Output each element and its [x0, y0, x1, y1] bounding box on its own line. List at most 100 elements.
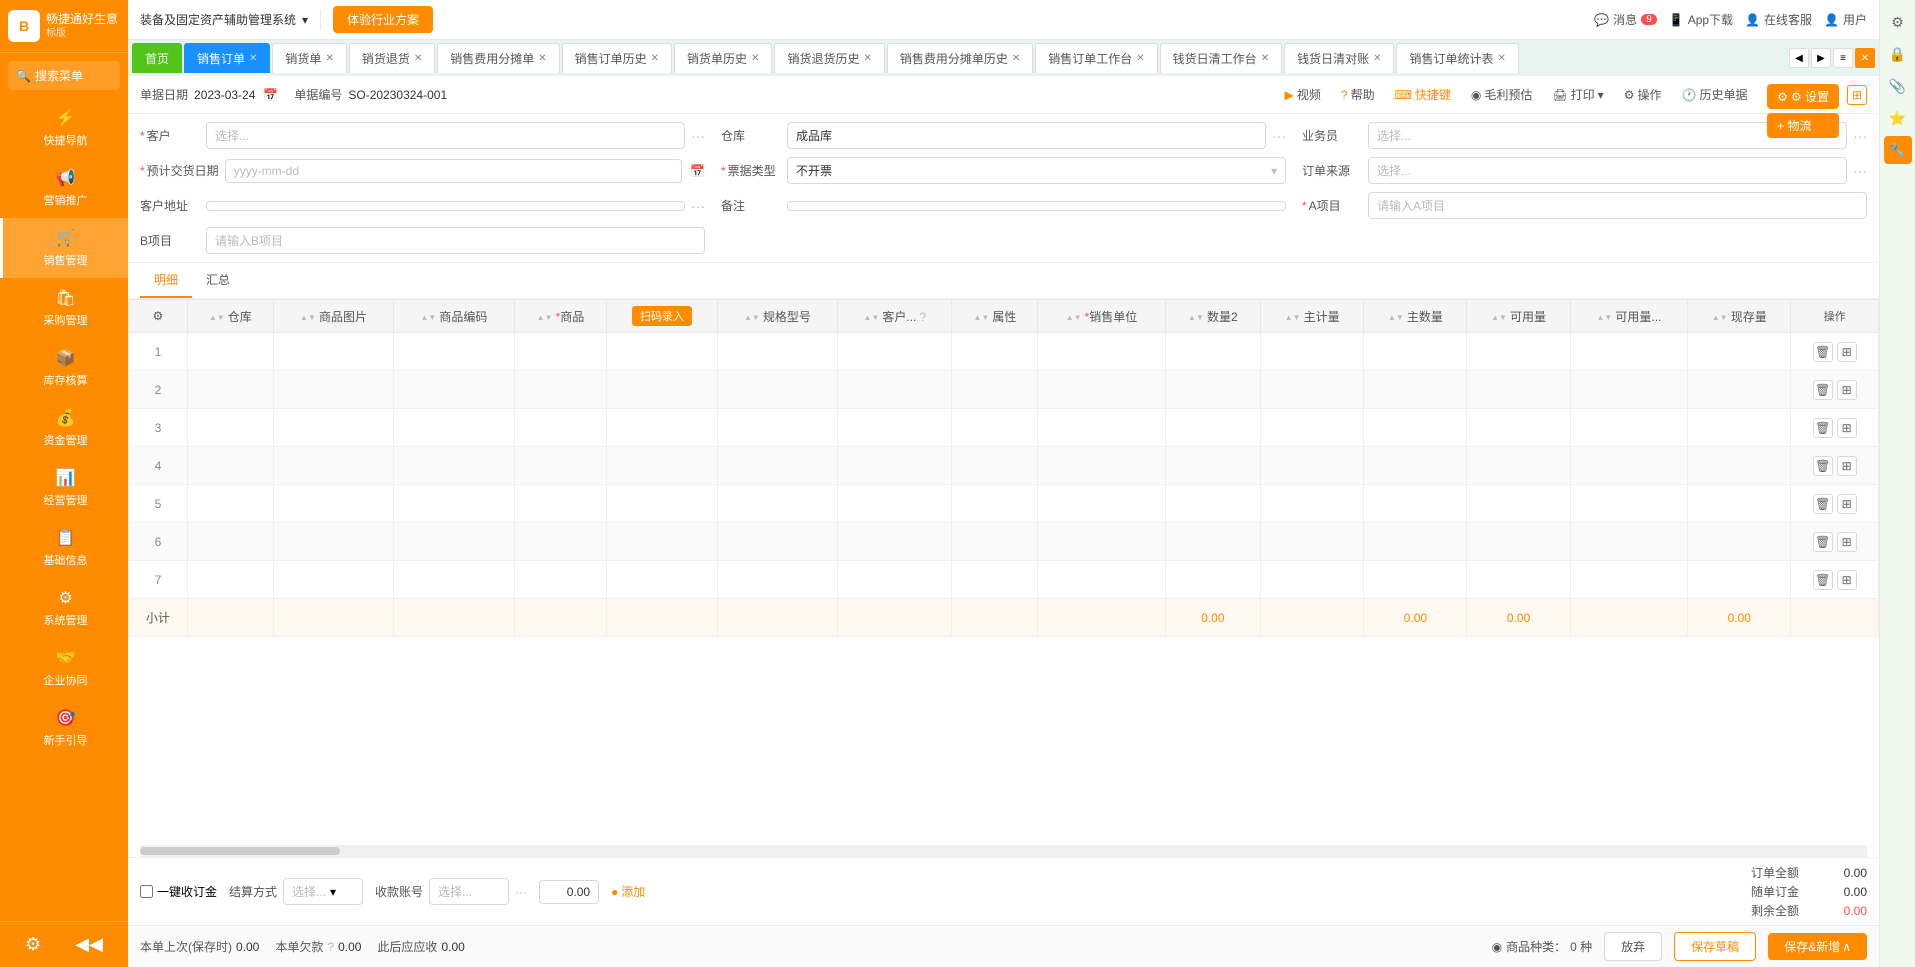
row-3-unit[interactable] [1038, 409, 1165, 447]
scan-input-button[interactable]: 扫码录入 [632, 306, 692, 326]
row-3-customer-code[interactable] [838, 409, 952, 447]
row-1-main-qty[interactable] [1364, 333, 1467, 371]
row-5-unit[interactable] [1038, 485, 1165, 523]
row-1-delete-button[interactable]: 🗑 [1813, 342, 1833, 362]
row-2-main-qty[interactable] [1364, 371, 1467, 409]
tab-return-history[interactable]: 销货退货历史 ✕ [774, 43, 884, 73]
row-7-warehouse[interactable] [187, 561, 273, 599]
row-7-main-unit[interactable] [1261, 561, 1364, 599]
spec-sort-icon[interactable]: ▲▼ [744, 314, 760, 322]
row-4-unit[interactable] [1038, 447, 1165, 485]
row-2-unit[interactable] [1038, 371, 1165, 409]
row-2-copy-button[interactable]: ⊞ [1837, 380, 1857, 400]
row-5-goods[interactable] [514, 485, 607, 523]
row-2-code[interactable] [394, 371, 514, 409]
help-circle-icon[interactable]: ? [327, 940, 334, 954]
sidebar-item-marketing[interactable]: 📢 营销推广 [0, 158, 128, 218]
deposit-amount-input[interactable]: 0.00 [539, 880, 599, 904]
delivery-date-input[interactable]: yyyy-mm-dd [225, 159, 682, 183]
sidebar-item-system[interactable]: ⚙ 系统管理 [0, 578, 128, 638]
payment-method-select[interactable]: 选择... ▾ [283, 878, 363, 905]
row-2-delete-button[interactable]: 🗑 [1813, 380, 1833, 400]
current-sort-icon[interactable]: ▲▼ [1712, 314, 1728, 322]
tab-sales-order-history[interactable]: 销售订单历史 ✕ [562, 43, 672, 73]
row-2-available[interactable] [1467, 371, 1570, 409]
row-1-customer-code[interactable] [838, 333, 952, 371]
logistics-button[interactable]: + 物流 [1767, 113, 1839, 138]
row-5-main-unit[interactable] [1261, 485, 1364, 523]
tab-close-order-history[interactable]: ✕ [651, 53, 659, 64]
row-3-code[interactable] [394, 409, 514, 447]
right-sidebar-btn-4[interactable]: ⭐ [1884, 104, 1912, 132]
row-1-goods[interactable] [514, 333, 607, 371]
detail-tab-summary[interactable]: 汇总 [192, 263, 244, 298]
row-7-goods[interactable] [514, 561, 607, 599]
tab-sales-order[interactable]: 销售订单 ✕ [184, 43, 270, 73]
row-1-code[interactable] [394, 333, 514, 371]
row-7-main-qty[interactable] [1364, 561, 1467, 599]
row-1-main-unit[interactable] [1261, 333, 1364, 371]
row-7-available2[interactable] [1570, 561, 1688, 599]
row-3-spec[interactable] [717, 409, 837, 447]
sidebar-item-enterprise[interactable]: 🤝 企业协同 [0, 638, 128, 698]
row-5-image[interactable] [273, 485, 393, 523]
row-4-warehouse[interactable] [187, 447, 273, 485]
row-5-current[interactable] [1688, 485, 1791, 523]
row-6-warehouse[interactable] [187, 523, 273, 561]
customer-address-input[interactable] [206, 201, 685, 211]
row-7-image[interactable] [273, 561, 393, 599]
sidebar-item-purchase[interactable]: 🛍 采购管理 [0, 278, 128, 338]
save-draft-button[interactable]: 保存草稿 [1674, 932, 1756, 961]
main-qty-sort-icon[interactable]: ▲▼ [1388, 314, 1404, 322]
row-4-delete-button[interactable]: 🗑 [1813, 456, 1833, 476]
date-value[interactable]: 2023-03-24 [194, 88, 255, 102]
profit-button[interactable]: ◉ 毛利预估 [1465, 84, 1539, 105]
row-5-delete-button[interactable]: 🗑 [1813, 494, 1833, 514]
bank-account-more-button[interactable]: ··· [515, 885, 527, 899]
sidebar-item-finance[interactable]: 💰 资金管理 [0, 398, 128, 458]
address-more-button[interactable]: ··· [691, 198, 705, 214]
row-4-code[interactable] [394, 447, 514, 485]
row-6-unit[interactable] [1038, 523, 1165, 561]
tab-sales-invoice[interactable]: 销货单 ✕ [272, 43, 346, 73]
row-6-attr[interactable] [952, 523, 1038, 561]
expand-button[interactable]: ⊞ [1847, 85, 1867, 105]
available-sort-icon[interactable]: ▲▼ [1491, 314, 1507, 322]
row-4-attr[interactable] [952, 447, 1038, 485]
a-project-input[interactable]: 请输入A项目 [1368, 192, 1867, 219]
discard-button[interactable]: 放弃 [1604, 932, 1662, 961]
row-4-qty2[interactable] [1165, 447, 1261, 485]
one-click-deposit-input[interactable] [140, 885, 153, 898]
row-1-spec[interactable] [717, 333, 837, 371]
row-3-available[interactable] [1467, 409, 1570, 447]
col-settings[interactable]: ⚙ [129, 300, 188, 333]
row-2-main-unit[interactable] [1261, 371, 1364, 409]
tab-close-invoice-history[interactable]: ✕ [751, 53, 759, 64]
code-sort-icon[interactable]: ▲▼ [420, 314, 436, 322]
help-button[interactable]: ? 帮助 [1335, 84, 1381, 105]
col-settings-icon[interactable]: ⚙ [153, 309, 164, 323]
qty2-sort-icon[interactable]: ▲▼ [1188, 314, 1204, 322]
operate-button[interactable]: ⚙ 操作 [1618, 84, 1668, 105]
one-click-deposit-checkbox[interactable]: 一键收订金 [140, 883, 217, 900]
row-6-customer-code[interactable] [838, 523, 952, 561]
tab-sales-return[interactable]: 销货退货 ✕ [349, 43, 435, 73]
row-4-available2[interactable] [1570, 447, 1688, 485]
tab-close-sales-expense[interactable]: ✕ [538, 53, 546, 64]
user-button[interactable]: 👤 用户 [1824, 11, 1867, 28]
tab-close-return-history[interactable]: ✕ [863, 53, 871, 64]
add-deposit-button[interactable]: ● 添加 [611, 883, 645, 900]
row-4-goods[interactable] [514, 447, 607, 485]
row-2-available2[interactable] [1570, 371, 1688, 409]
row-2-customer-code[interactable] [838, 371, 952, 409]
row-7-copy-button[interactable]: ⊞ [1837, 570, 1857, 590]
tab-close-cash-workbench[interactable]: ✕ [1261, 53, 1269, 64]
row-4-customer-code[interactable] [838, 447, 952, 485]
row-1-attr[interactable] [952, 333, 1038, 371]
tab-close-sales-invoice[interactable]: ✕ [325, 53, 333, 64]
row-1-warehouse[interactable] [187, 333, 273, 371]
row-1-current[interactable] [1688, 333, 1791, 371]
row-6-spec[interactable] [717, 523, 837, 561]
right-sidebar-btn-2[interactable]: 🔒 [1884, 40, 1912, 68]
row-4-main-qty[interactable] [1364, 447, 1467, 485]
